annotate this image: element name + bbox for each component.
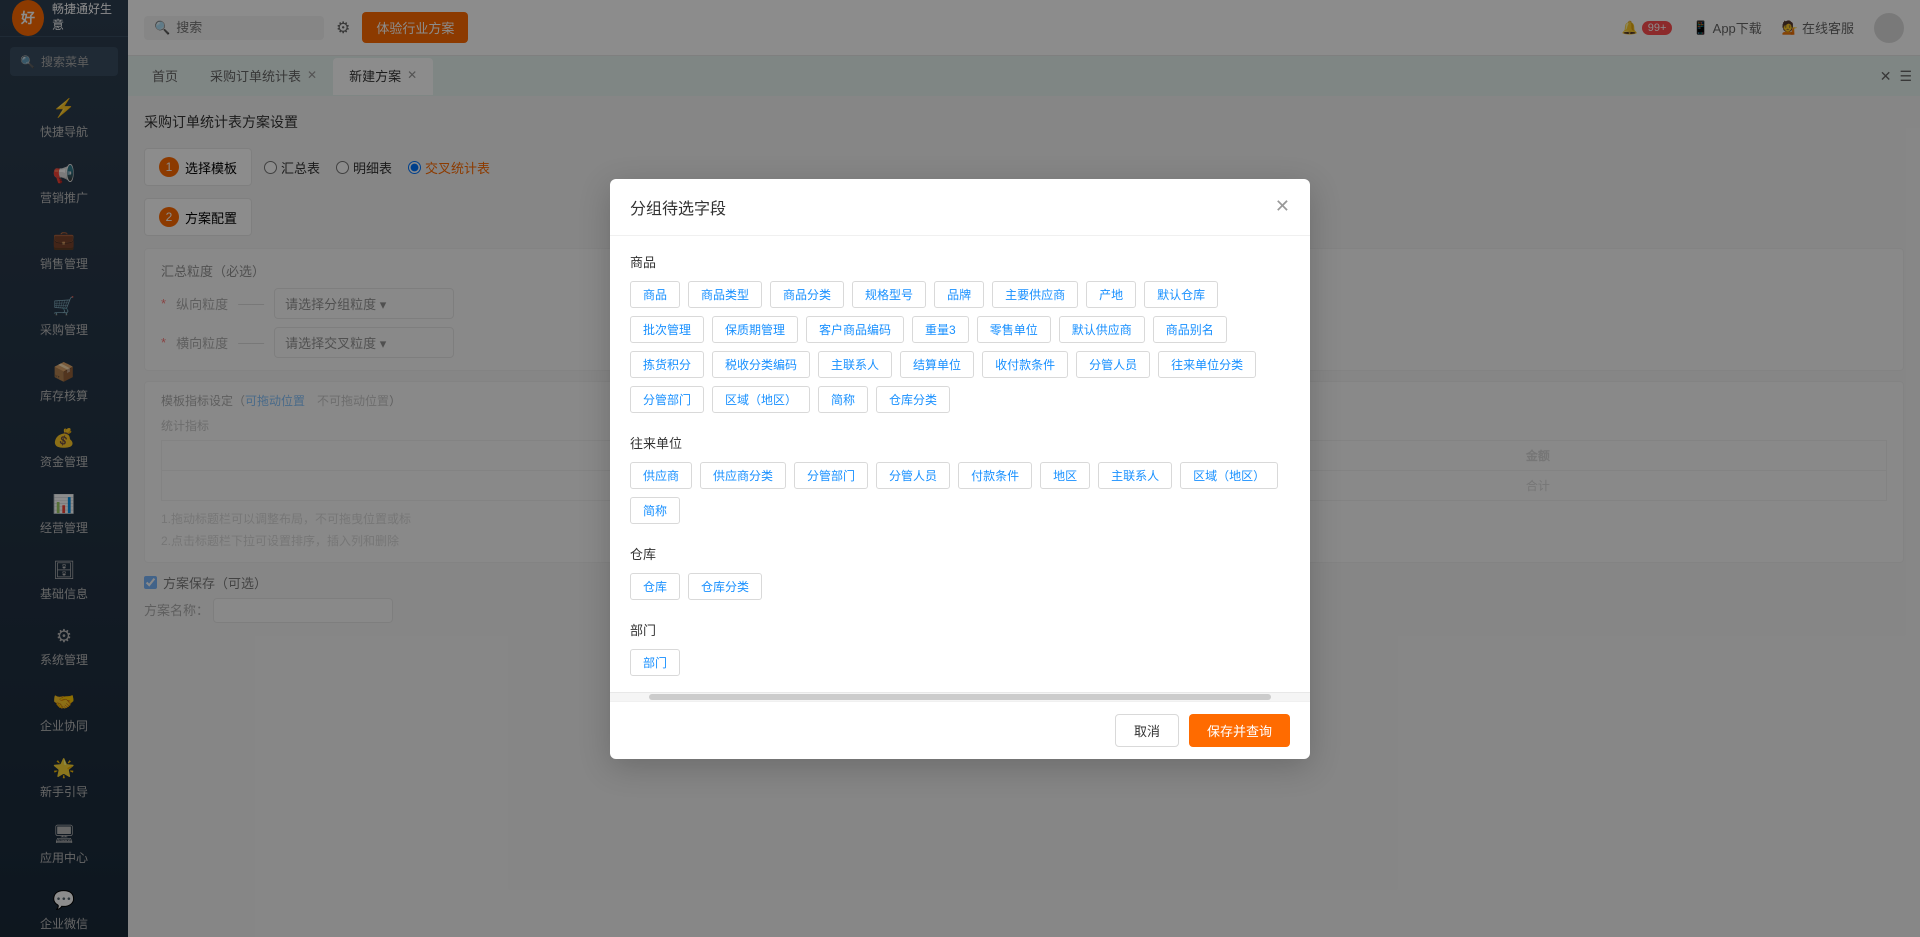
field-tag-main-contact[interactable]: 主联系人 [818, 351, 892, 378]
modal-cancel-button[interactable]: 取消 [1115, 714, 1179, 747]
section-counterparty: 往来单位 供应商 供应商分类 分管部门 分管人员 付款条件 地区 主联系人 区域… [630, 433, 1290, 524]
modal-title: 分组待选字段 [630, 195, 726, 219]
field-tag-supplier[interactable]: 供应商 [630, 462, 692, 489]
field-tag-settlement-unit[interactable]: 结算单位 [900, 351, 974, 378]
section-counterparty-title: 往来单位 [630, 433, 1290, 452]
field-select-modal: 分组待选字段 ✕ 商品 商品 商品类型 商品分类 规格型号 品牌 主要供应商 产… [610, 179, 1310, 759]
section-warehouse-title: 仓库 [630, 544, 1290, 563]
field-tag-short-name[interactable]: 简称 [818, 386, 868, 413]
field-tag-weight3[interactable]: 重量3 [912, 316, 969, 343]
section-warehouse-tags: 仓库 仓库分类 [630, 573, 1290, 600]
field-tag-mgmt-dept[interactable]: 分管部门 [630, 386, 704, 413]
section-goods-title: 商品 [630, 252, 1290, 271]
modal-close-button[interactable]: ✕ [1275, 196, 1290, 217]
field-tag-customer-code[interactable]: 客户商品编码 [806, 316, 904, 343]
modal-save-query-button[interactable]: 保存并查询 [1189, 714, 1290, 747]
field-tag-main-supplier[interactable]: 主要供应商 [992, 281, 1078, 308]
field-tag-payment-terms[interactable]: 收付款条件 [982, 351, 1068, 378]
field-tag-cp-short-name[interactable]: 简称 [630, 497, 680, 524]
section-department-title: 部门 [630, 620, 1290, 639]
field-tag-goods-type[interactable]: 商品类型 [688, 281, 762, 308]
field-tag-retail-unit[interactable]: 零售单位 [977, 316, 1051, 343]
modal-header: 分组待选字段 ✕ [610, 179, 1310, 236]
field-tag-warehouse[interactable]: 仓库 [630, 573, 680, 600]
field-tag-default-supplier[interactable]: 默认供应商 [1059, 316, 1145, 343]
modal-overlay: 分组待选字段 ✕ 商品 商品 商品类型 商品分类 规格型号 品牌 主要供应商 产… [0, 0, 1920, 937]
field-tag-origin[interactable]: 产地 [1086, 281, 1136, 308]
section-department-tags: 部门 [630, 649, 1290, 676]
field-tag-goods[interactable]: 商品 [630, 281, 680, 308]
field-tag-supervisor[interactable]: 分管人员 [1076, 351, 1150, 378]
modal-hscroll[interactable] [610, 692, 1310, 700]
section-counterparty-tags: 供应商 供应商分类 分管部门 分管人员 付款条件 地区 主联系人 区域（地区） … [630, 462, 1290, 524]
field-tag-warehouse-category[interactable]: 仓库分类 [876, 386, 950, 413]
modal-body: 商品 商品 商品类型 商品分类 规格型号 品牌 主要供应商 产地 默认仓库 批次… [610, 236, 1310, 693]
field-tag-region[interactable]: 区域（地区） [712, 386, 810, 413]
field-tag-cp-mgmt-dept[interactable]: 分管部门 [794, 462, 868, 489]
field-tag-supplier-category[interactable]: 供应商分类 [700, 462, 786, 489]
field-tag-brand[interactable]: 品牌 [934, 281, 984, 308]
field-tag-cp-area[interactable]: 区域（地区） [1180, 462, 1278, 489]
section-goods-tags: 商品 商品类型 商品分类 规格型号 品牌 主要供应商 产地 默认仓库 批次管理 … [630, 281, 1290, 413]
field-tag-tax-code[interactable]: 税收分类编码 [712, 351, 810, 378]
field-tag-batch-mgmt[interactable]: 批次管理 [630, 316, 704, 343]
field-tag-pick-points[interactable]: 拣货积分 [630, 351, 704, 378]
section-goods: 商品 商品 商品类型 商品分类 规格型号 品牌 主要供应商 产地 默认仓库 批次… [630, 252, 1290, 413]
section-warehouse: 仓库 仓库 仓库分类 [630, 544, 1290, 600]
field-tag-warehouse-cat[interactable]: 仓库分类 [688, 573, 762, 600]
field-tag-goods-alias[interactable]: 商品别名 [1153, 316, 1227, 343]
field-tag-default-warehouse[interactable]: 默认仓库 [1144, 281, 1218, 308]
field-tag-cp-payment-terms[interactable]: 付款条件 [958, 462, 1032, 489]
field-tag-expiry-mgmt[interactable]: 保质期管理 [712, 316, 798, 343]
field-tag-cp-main-contact[interactable]: 主联系人 [1098, 462, 1172, 489]
field-tag-goods-category[interactable]: 商品分类 [770, 281, 844, 308]
field-tag-spec-model[interactable]: 规格型号 [852, 281, 926, 308]
section-department: 部门 部门 [630, 620, 1290, 676]
modal-footer: 取消 保存并查询 [610, 701, 1310, 759]
field-tag-counterparty-category[interactable]: 往来单位分类 [1158, 351, 1256, 378]
field-tag-cp-region[interactable]: 地区 [1040, 462, 1090, 489]
field-tag-cp-mgmt-person[interactable]: 分管人员 [876, 462, 950, 489]
field-tag-department[interactable]: 部门 [630, 649, 680, 676]
